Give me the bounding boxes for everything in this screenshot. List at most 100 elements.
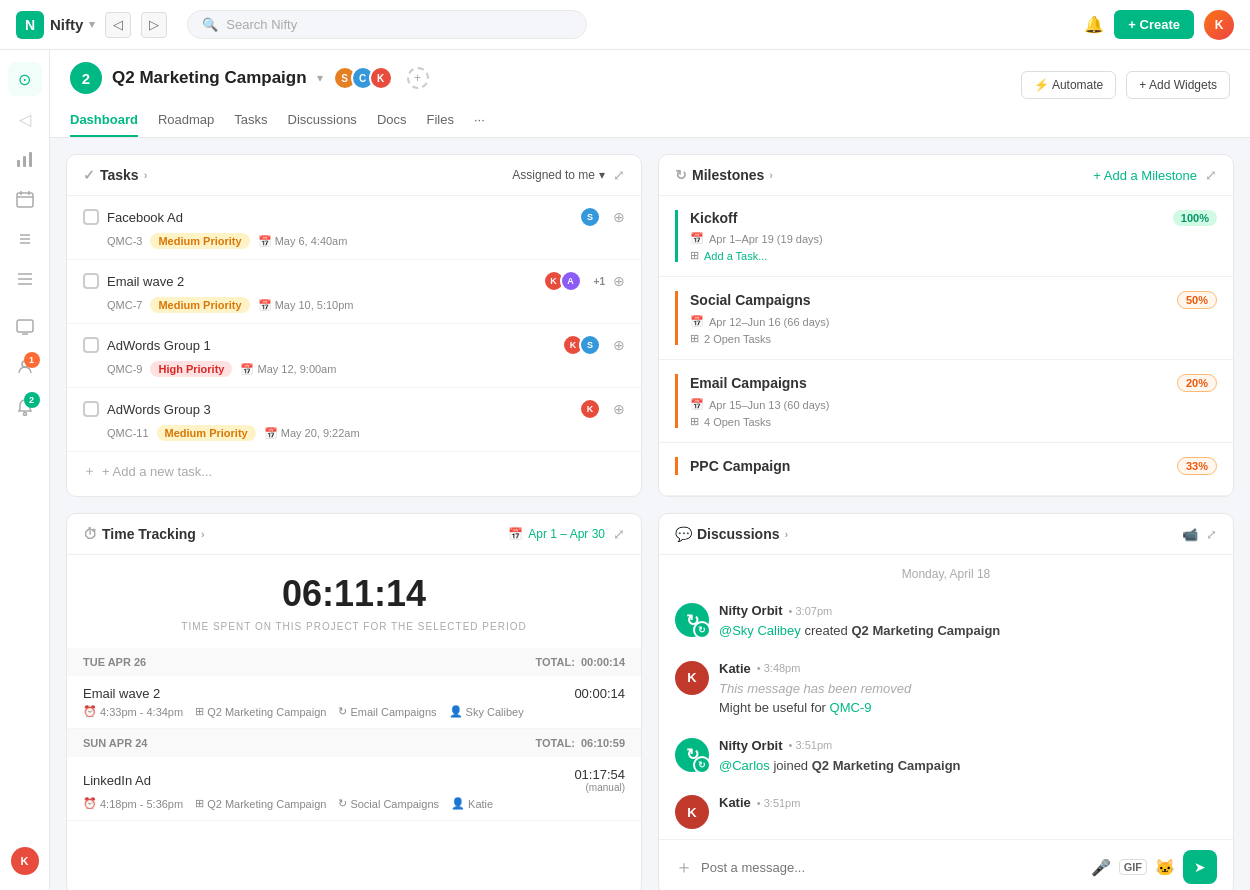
tasks-fullscreen-icon[interactable]: ⤢ xyxy=(613,167,625,183)
day-total: TOTAL: 00:00:14 xyxy=(536,656,625,668)
sidebar-avatar-icon[interactable]: K xyxy=(8,844,42,878)
disc-name-time: Katie • 3:51pm xyxy=(719,795,1217,810)
sidebar-users-icon[interactable]: 1 xyxy=(8,350,42,384)
project-tabs: Dashboard Roadmap Tasks Discussions Docs… xyxy=(70,104,1230,137)
time-entry-duration: 00:00:14 xyxy=(574,686,625,701)
priority-badge[interactable]: Medium Priority xyxy=(150,233,249,249)
sidebar-chart-icon[interactable] xyxy=(8,142,42,176)
task-item: Email wave 2 K A +1 ⊕ QMC-7 Medium Prior… xyxy=(67,260,641,324)
svg-point-16 xyxy=(23,413,26,416)
svg-rect-2 xyxy=(29,152,32,167)
calendar-icon: 📅 xyxy=(508,527,523,541)
task-checkbox[interactable] xyxy=(83,209,99,225)
tasks-count-icon: ⊞ xyxy=(690,415,699,428)
task-avatar: S xyxy=(579,206,601,228)
emoji-icon[interactable]: 🐱 xyxy=(1155,858,1175,877)
milestones-expand-icon[interactable]: › xyxy=(769,169,773,181)
milestones-card-title: ↻ Milestones › xyxy=(675,167,773,183)
task-meta: QMC-7 Medium Priority 📅 May 10, 5:10pm xyxy=(83,297,625,313)
sidebar-menu-icon[interactable] xyxy=(8,262,42,296)
nav-forward-button[interactable]: ▷ xyxy=(141,12,167,38)
nav-back-button[interactable]: ◁ xyxy=(105,12,131,38)
disc-text: This message has been removed Might be u… xyxy=(719,679,1217,718)
milestone-dates: 📅 Apr 15–Jun 13 (60 days) xyxy=(690,398,1217,411)
create-button[interactable]: + Create xyxy=(1114,10,1194,39)
sidebar-notifications-icon[interactable]: 2 xyxy=(8,390,42,424)
milestone-kickoff: Kickoff 100% 📅 Apr 1–Apr 19 (19 days) ⊞ … xyxy=(675,210,1217,262)
svg-rect-13 xyxy=(17,320,33,332)
sidebar-home-icon[interactable]: ⊙ xyxy=(8,62,42,96)
gif-button[interactable]: GIF xyxy=(1119,859,1147,875)
task-add-assignee-icon[interactable]: ⊕ xyxy=(613,401,625,417)
task-avatars: K A xyxy=(548,270,582,292)
add-widget-button[interactable]: + Add Widgets xyxy=(1126,71,1230,99)
sidebar-screen-icon[interactable] xyxy=(8,310,42,344)
project-icon: ⊞ xyxy=(195,797,204,810)
time-entry-meta: ⏰ 4:33pm - 4:34pm ⊞ Q2 Marketing Campaig… xyxy=(83,705,625,718)
tab-docs[interactable]: Docs xyxy=(377,104,407,137)
project-header: 2 Q2 Marketing Campaign ▾ S C K + ⚡ Auto… xyxy=(50,50,1250,138)
notifications-badge: 2 xyxy=(24,392,40,408)
automate-button[interactable]: ⚡ Automate xyxy=(1021,71,1116,99)
task-checkbox[interactable] xyxy=(83,273,99,289)
sidebar-back-icon[interactable]: ◁ xyxy=(8,102,42,136)
plus-icon[interactable]: ＋ xyxy=(675,855,693,879)
tab-tasks[interactable]: Tasks xyxy=(234,104,267,137)
add-member-button[interactable]: + xyxy=(407,67,429,89)
category-icon: ↻ xyxy=(338,705,347,718)
search-icon: 🔍 xyxy=(202,17,218,32)
milestone-tasks: ⊞ 4 Open Tasks xyxy=(690,415,1217,428)
video-icon[interactable]: 📹 xyxy=(1182,527,1198,542)
date-range-picker[interactable]: 📅 Apr 1 – Apr 30 xyxy=(508,527,605,541)
milestone-tasks[interactable]: ⊞ Add a Task... xyxy=(690,249,1217,262)
search-bar[interactable]: 🔍 Search Nifty xyxy=(187,10,587,39)
task-link[interactable]: QMC-9 xyxy=(830,700,872,715)
milestone-progress: 33% xyxy=(1177,457,1217,475)
task-name: Facebook Ad xyxy=(107,210,576,225)
sidebar-list-icon[interactable] xyxy=(8,222,42,256)
disc-content: Nifty Orbit • 3:51pm @Carlos joined Q2 M… xyxy=(719,738,1217,776)
task-add-assignee-icon[interactable]: ⊕ xyxy=(613,337,625,353)
mention[interactable]: @Carlos xyxy=(719,758,770,773)
sidebar-calendar-icon[interactable] xyxy=(8,182,42,216)
tab-discussions[interactable]: Discussions xyxy=(288,104,357,137)
assigned-filter[interactable]: Assigned to me ▾ xyxy=(512,168,605,182)
bell-icon[interactable]: 🔔 xyxy=(1084,15,1104,34)
app-logo[interactable]: N Nifty ▾ xyxy=(16,11,95,39)
milestones-fullscreen-icon[interactable]: ⤢ xyxy=(1205,167,1217,183)
project-icon: ⊞ xyxy=(195,705,204,718)
time-expand-icon[interactable]: › xyxy=(201,528,205,540)
priority-badge[interactable]: Medium Priority xyxy=(150,297,249,313)
discussions-fullscreen-icon[interactable]: ⤢ xyxy=(1206,527,1217,542)
users-badge: 1 xyxy=(24,352,40,368)
tab-dashboard[interactable]: Dashboard xyxy=(70,104,138,137)
task-checkbox[interactable] xyxy=(83,337,99,353)
mic-icon[interactable]: 🎤 xyxy=(1091,858,1111,877)
project-dropdown-icon[interactable]: ▾ xyxy=(317,71,323,85)
task-add-assignee-icon[interactable]: ⊕ xyxy=(613,273,625,289)
mention[interactable]: @Sky Calibey xyxy=(719,623,801,638)
discussions-icon: 💬 xyxy=(675,526,692,542)
tasks-expand-icon[interactable]: › xyxy=(144,169,148,181)
day-label: TUE APR 26 xyxy=(83,656,146,668)
tab-files[interactable]: Files xyxy=(427,104,454,137)
priority-badge[interactable]: High Priority xyxy=(150,361,232,377)
app-name: Nifty xyxy=(50,16,83,33)
send-message-button[interactable]: ➤ xyxy=(1183,850,1217,884)
priority-badge[interactable]: Medium Priority xyxy=(157,425,256,441)
user-icon: 👤 xyxy=(449,705,463,718)
time-day-header: TUE APR 26 TOTAL: 00:00:14 xyxy=(67,648,641,676)
task-avatars: K S xyxy=(567,334,601,356)
task-add-assignee-icon[interactable]: ⊕ xyxy=(613,209,625,225)
discussions-expand-icon[interactable]: › xyxy=(784,528,788,540)
add-task-row[interactable]: ＋ + Add a new task... xyxy=(67,452,641,490)
message-input[interactable] xyxy=(701,860,1083,875)
disc-name-time: Nifty Orbit • 3:51pm xyxy=(719,738,1217,753)
add-milestone-button[interactable]: + Add a Milestone xyxy=(1093,168,1197,183)
user-avatar[interactable]: K xyxy=(1204,10,1234,40)
app-chevron: ▾ xyxy=(89,18,95,31)
tab-roadmap[interactable]: Roadmap xyxy=(158,104,214,137)
time-fullscreen-icon[interactable]: ⤢ xyxy=(613,526,625,542)
tab-more[interactable]: ··· xyxy=(474,104,485,137)
task-checkbox[interactable] xyxy=(83,401,99,417)
